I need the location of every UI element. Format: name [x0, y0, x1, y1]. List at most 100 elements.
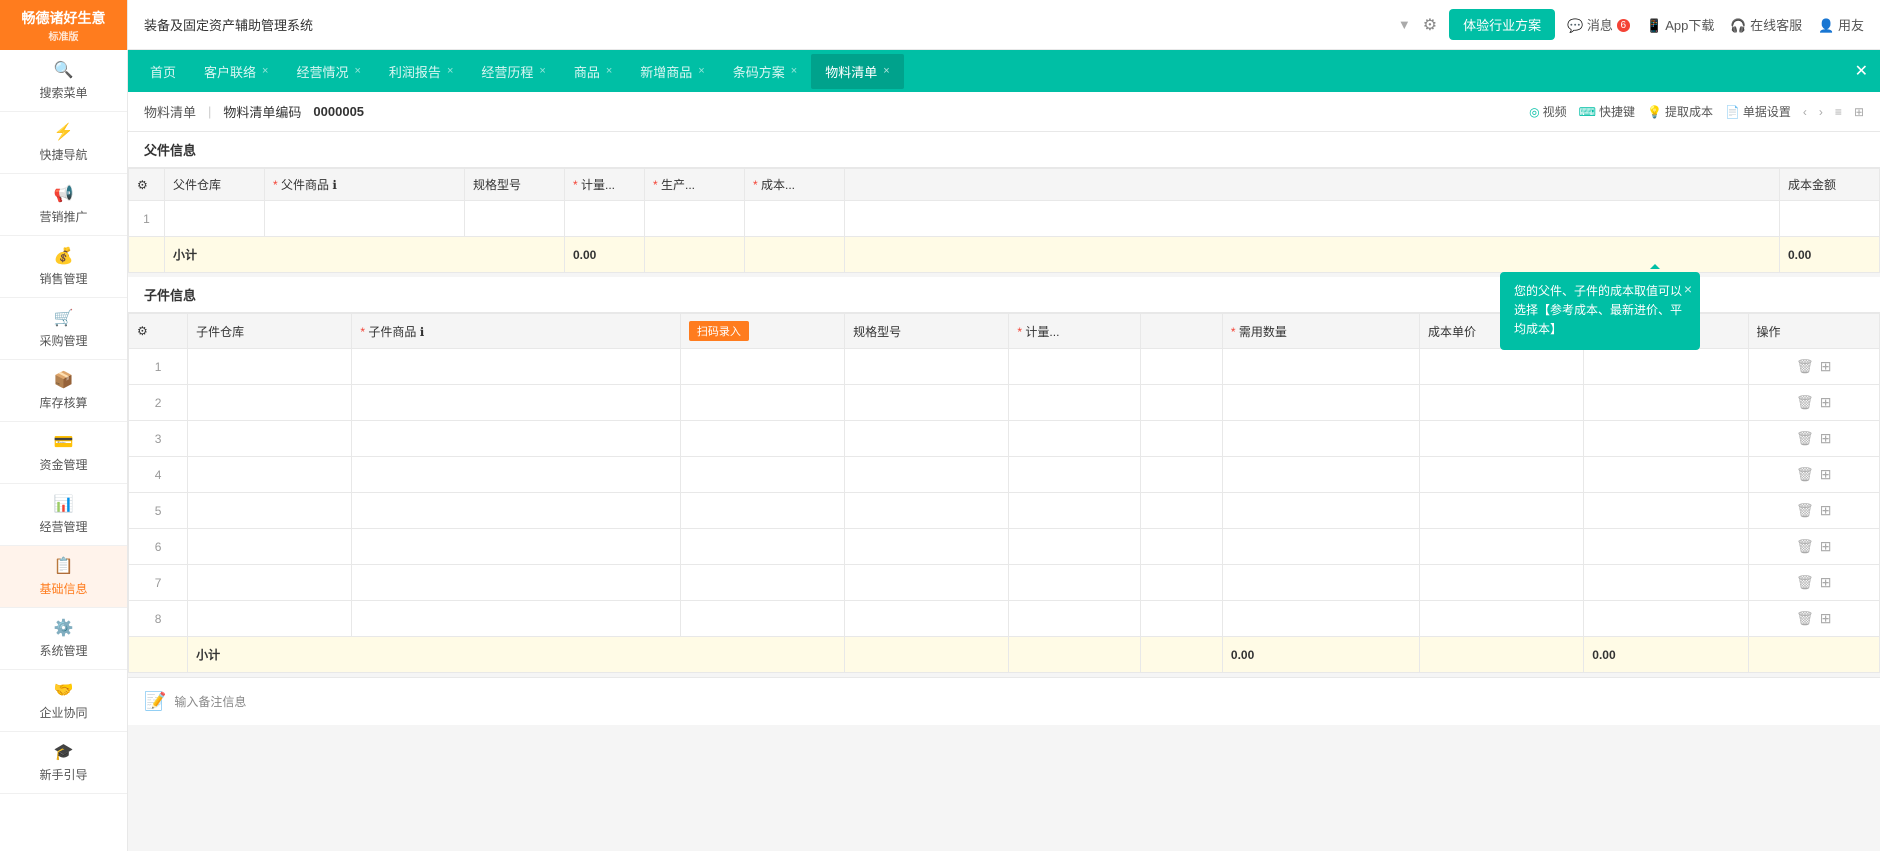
copy-icon[interactable]: ⊞ [1820, 502, 1832, 519]
close-all-tabs-button[interactable]: ✕ [1851, 57, 1872, 85]
tab-close-icon[interactable]: × [539, 65, 545, 77]
child-warehouse-cell[interactable] [188, 601, 352, 637]
nav-prev-button[interactable]: ‹ [1803, 105, 1807, 119]
tab-close-icon[interactable]: × [606, 65, 612, 77]
sidebar-item-basicinfo[interactable]: 📋 基础信息 [0, 546, 127, 608]
parent-cost-cell[interactable] [745, 201, 845, 237]
child-product-cell[interactable] [352, 529, 681, 565]
sidebar-item-sales[interactable]: 💰 销售管理 [0, 236, 127, 298]
child-unit-cell[interactable] [1009, 385, 1140, 421]
tab-bom[interactable]: 物料清单 × [811, 54, 903, 89]
experience-button[interactable]: 体验行业方案 [1449, 9, 1555, 40]
child-unit-cell[interactable] [1009, 601, 1140, 637]
parent-unit-cell[interactable] [565, 201, 645, 237]
delete-icon[interactable]: 🗑 [1796, 466, 1814, 483]
parent-spec-cell[interactable] [465, 201, 565, 237]
child-unitcost-cell[interactable] [1420, 385, 1584, 421]
delete-icon[interactable]: 🗑 [1796, 574, 1814, 591]
sidebar-item-quicknav[interactable]: ⚡ 快捷导航 [0, 112, 127, 174]
child-needed-cell[interactable] [1222, 385, 1419, 421]
child-warehouse-cell[interactable] [188, 421, 352, 457]
copy-icon[interactable]: ⊞ [1820, 430, 1832, 447]
copy-icon[interactable]: ⊞ [1820, 610, 1832, 627]
child-unitcost-cell[interactable] [1420, 601, 1584, 637]
delete-icon[interactable]: 🗑 [1796, 538, 1814, 555]
child-product-cell[interactable] [352, 565, 681, 601]
child-th-settings[interactable]: ⚙ [129, 314, 188, 349]
sidebar-item-enterprise[interactable]: 🤝 企业协同 [0, 670, 127, 732]
child-spec-cell[interactable] [845, 421, 1009, 457]
parent-warehouse-cell[interactable] [165, 201, 265, 237]
child-needed-cell[interactable] [1222, 421, 1419, 457]
child-spec-cell[interactable] [845, 529, 1009, 565]
copy-icon[interactable]: ⊞ [1820, 574, 1832, 591]
child-spec-cell[interactable] [845, 385, 1009, 421]
delete-icon[interactable]: 🗑 [1796, 358, 1814, 375]
tab-close-icon[interactable]: × [447, 65, 453, 77]
settings-icon[interactable]: ⚙ [1423, 15, 1437, 35]
delete-icon[interactable]: 🗑 [1796, 430, 1814, 447]
expand-button[interactable]: ⊞ [1854, 105, 1864, 119]
menu-button[interactable]: ≡ [1835, 105, 1842, 119]
tab-close-icon[interactable]: × [262, 65, 268, 77]
copy-icon[interactable]: ⊞ [1820, 466, 1832, 483]
scan-input-button[interactable]: 扫码录入 [689, 321, 749, 341]
app-download-button[interactable]: 📱 App下载 [1646, 15, 1714, 34]
child-product-cell[interactable] [352, 457, 681, 493]
child-unitcost-cell[interactable] [1420, 421, 1584, 457]
child-spec-cell[interactable] [845, 349, 1009, 385]
child-product-cell[interactable] [352, 493, 681, 529]
cost-action[interactable]: 💡 提取成本 [1647, 103, 1713, 120]
child-unitcost-cell[interactable] [1420, 457, 1584, 493]
sidebar-item-finance[interactable]: 💳 资金管理 [0, 422, 127, 484]
view-action[interactable]: ◎ 视频 [1529, 103, 1567, 120]
child-needed-cell[interactable] [1222, 457, 1419, 493]
child-product-cell[interactable] [352, 349, 681, 385]
child-needed-cell[interactable] [1222, 529, 1419, 565]
copy-icon[interactable]: ⊞ [1820, 358, 1832, 375]
child-spec-cell[interactable] [845, 457, 1009, 493]
sidebar-item-newuser[interactable]: 🎓 新手引导 [0, 732, 127, 794]
sidebar-item-purchase[interactable]: 🛒 采购管理 [0, 298, 127, 360]
child-amount-cell[interactable] [1584, 421, 1748, 457]
sidebar-item-marketing[interactable]: 📢 营销推广 [0, 174, 127, 236]
child-spec-cell[interactable] [845, 493, 1009, 529]
delete-icon[interactable]: 🗑 [1796, 502, 1814, 519]
child-unitcost-cell[interactable] [1420, 493, 1584, 529]
tab-product[interactable]: 商品 × [560, 54, 626, 89]
tab-customer[interactable]: 客户联络 × [190, 54, 282, 89]
child-needed-cell[interactable] [1222, 349, 1419, 385]
child-unit-cell[interactable] [1009, 421, 1140, 457]
child-amount-cell[interactable] [1584, 601, 1748, 637]
child-unitcost-cell[interactable] [1420, 565, 1584, 601]
delete-icon[interactable]: 🗑 [1796, 394, 1814, 411]
tab-close-icon[interactable]: × [791, 65, 797, 77]
child-product-cell[interactable] [352, 421, 681, 457]
sidebar-item-operations[interactable]: 📊 经营管理 [0, 484, 127, 546]
parent-th-settings[interactable]: ⚙ [129, 169, 165, 201]
child-needed-cell[interactable] [1222, 601, 1419, 637]
child-amount-cell[interactable] [1584, 565, 1748, 601]
child-warehouse-cell[interactable] [188, 565, 352, 601]
child-product-cell[interactable] [352, 601, 681, 637]
child-warehouse-cell[interactable] [188, 385, 352, 421]
child-amount-cell[interactable] [1584, 385, 1748, 421]
child-spec-cell[interactable] [845, 565, 1009, 601]
sidebar-item-search[interactable]: 🔍 搜索菜单 [0, 50, 127, 112]
child-unitcost-cell[interactable] [1420, 349, 1584, 385]
tab-barcode[interactable]: 条码方案 × [719, 54, 811, 89]
child-unit-cell[interactable] [1009, 349, 1140, 385]
sidebar-item-inventory[interactable]: 📦 库存核算 [0, 360, 127, 422]
shortcut-action[interactable]: ⌨ 快捷键 [1579, 103, 1635, 120]
child-amount-cell[interactable] [1584, 529, 1748, 565]
child-amount-cell[interactable] [1584, 349, 1748, 385]
child-warehouse-cell[interactable] [188, 493, 352, 529]
child-warehouse-cell[interactable] [188, 349, 352, 385]
parent-product-cell[interactable] [265, 201, 465, 237]
child-unitcost-cell[interactable] [1420, 529, 1584, 565]
child-needed-cell[interactable] [1222, 565, 1419, 601]
parent-amount-cell[interactable] [1780, 201, 1880, 237]
tab-operations[interactable]: 经营情况 × [282, 54, 374, 89]
copy-icon[interactable]: ⊞ [1820, 538, 1832, 555]
tooltip-close-button[interactable]: × [1684, 278, 1692, 300]
